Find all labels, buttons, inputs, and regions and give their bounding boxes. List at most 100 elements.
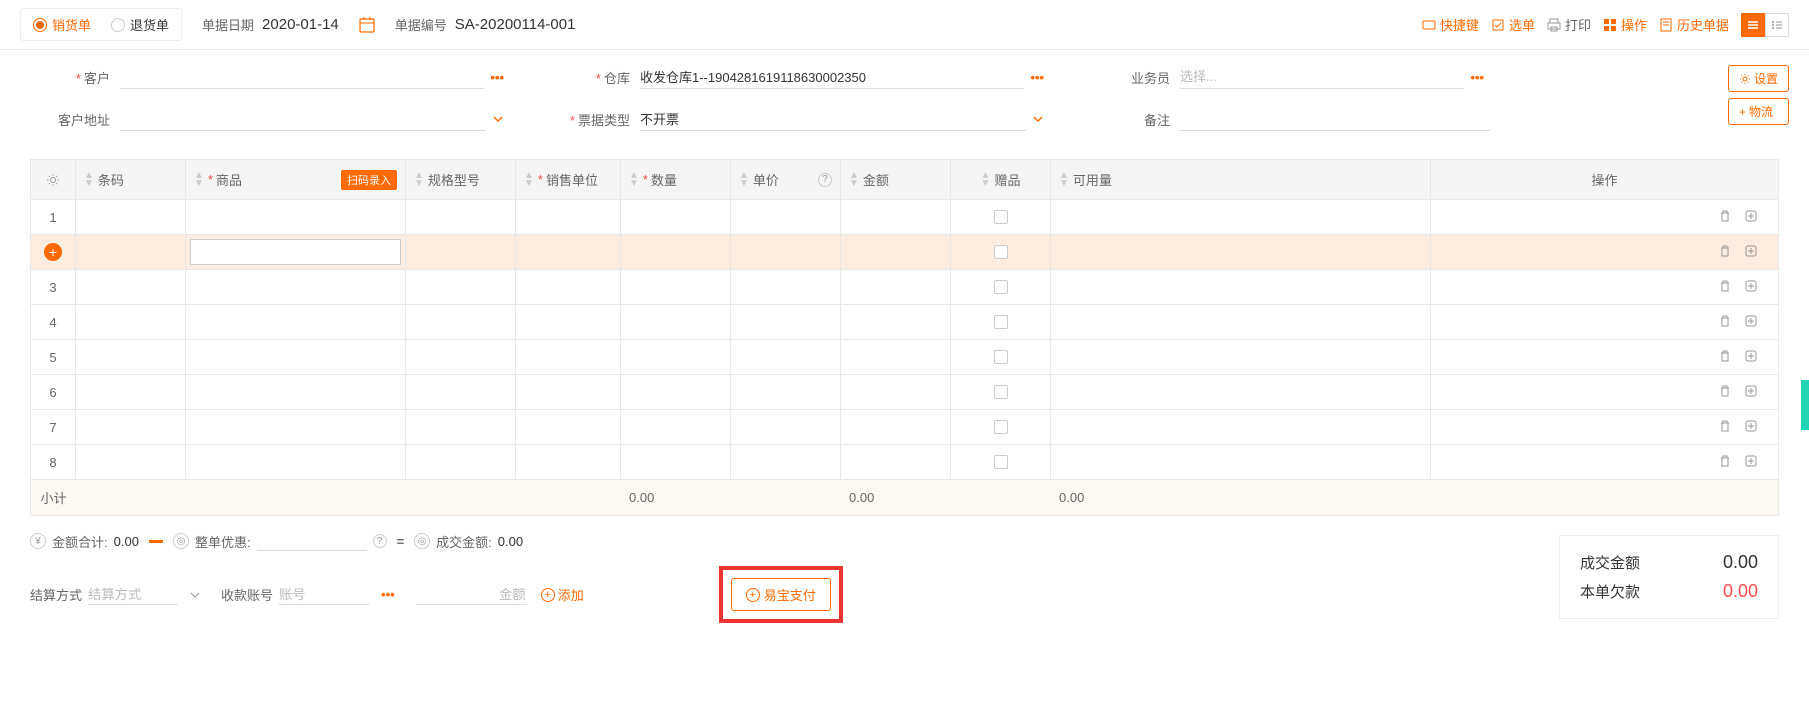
copy-row-icon[interactable] [1744, 244, 1760, 260]
help-icon[interactable]: ? [373, 534, 387, 548]
price-cell[interactable] [731, 340, 841, 374]
view-compact-button[interactable] [1741, 13, 1765, 37]
copy-row-icon[interactable] [1744, 349, 1760, 365]
amount-header[interactable]: ▲▼金额 [841, 160, 951, 199]
calendar-icon[interactable] [359, 17, 375, 33]
amount-cell[interactable] [841, 235, 951, 269]
unit-cell[interactable] [516, 305, 621, 339]
delete-row-icon[interactable] [1718, 349, 1734, 365]
qty-cell[interactable] [621, 235, 731, 269]
spec-cell[interactable] [406, 410, 516, 444]
product-cell-input[interactable] [190, 239, 401, 265]
account-more-icon[interactable]: ••• [375, 587, 401, 602]
spec-cell[interactable] [406, 270, 516, 304]
amount-cell[interactable] [841, 340, 951, 374]
sales-order-radio[interactable]: 销货单 [23, 11, 101, 38]
invoice-dropdown-icon[interactable] [1026, 113, 1050, 125]
gift-checkbox[interactable] [994, 420, 1008, 434]
barcode-cell[interactable] [76, 235, 186, 269]
barcode-cell[interactable] [76, 410, 186, 444]
barcode-header[interactable]: ▲▼条码 [76, 160, 186, 199]
qty-cell[interactable] [621, 270, 731, 304]
whole-discount-input[interactable] [257, 531, 367, 551]
copy-row-icon[interactable] [1744, 419, 1760, 435]
delete-row-icon[interactable] [1718, 244, 1734, 260]
delete-row-icon[interactable] [1718, 384, 1734, 400]
barcode-cell[interactable] [76, 200, 186, 234]
warehouse-more-icon[interactable]: ••• [1024, 70, 1050, 85]
gift-checkbox[interactable] [994, 280, 1008, 294]
product-cell[interactable] [186, 340, 406, 374]
product-cell[interactable] [186, 305, 406, 339]
unit-cell[interactable] [516, 340, 621, 374]
gift-checkbox[interactable] [994, 385, 1008, 399]
spec-cell[interactable] [406, 340, 516, 374]
product-cell[interactable] [186, 375, 406, 409]
gift-checkbox[interactable] [994, 245, 1008, 259]
amount-cell[interactable] [841, 270, 951, 304]
copy-row-icon[interactable] [1744, 209, 1760, 225]
gift-checkbox[interactable] [994, 350, 1008, 364]
customer-input[interactable] [120, 65, 484, 89]
qty-cell[interactable] [621, 410, 731, 444]
side-handle[interactable] [1801, 380, 1809, 430]
warehouse-input[interactable] [640, 65, 1024, 89]
amount-cell[interactable] [841, 375, 951, 409]
delete-row-icon[interactable] [1718, 279, 1734, 295]
price-cell[interactable] [731, 410, 841, 444]
add-button[interactable]: + 添加 [541, 585, 584, 604]
barcode-cell[interactable] [76, 270, 186, 304]
product-cell[interactable] [186, 270, 406, 304]
amount-cell[interactable] [841, 410, 951, 444]
customer-more-icon[interactable]: ••• [484, 70, 510, 85]
price-cell[interactable] [731, 200, 841, 234]
spec-cell[interactable] [406, 305, 516, 339]
return-order-radio[interactable]: 退货单 [101, 11, 179, 38]
settings-button[interactable]: 设置 [1728, 65, 1789, 92]
spec-cell[interactable] [406, 235, 516, 269]
product-cell[interactable] [186, 200, 406, 234]
select-order-button[interactable]: 选单 [1491, 15, 1535, 34]
barcode-cell[interactable] [76, 375, 186, 409]
salesperson-more-icon[interactable]: ••• [1464, 70, 1490, 85]
unit-cell[interactable] [516, 375, 621, 409]
copy-row-icon[interactable] [1744, 314, 1760, 330]
address-dropdown-icon[interactable] [486, 113, 510, 125]
product-cell[interactable] [186, 445, 406, 479]
price-cell[interactable] [731, 270, 841, 304]
unit-cell[interactable] [516, 200, 621, 234]
gear-column[interactable] [31, 160, 76, 199]
amount-input[interactable] [416, 585, 526, 605]
qty-cell[interactable] [621, 200, 731, 234]
barcode-cell[interactable] [76, 305, 186, 339]
price-cell[interactable] [731, 445, 841, 479]
qty-header[interactable]: ▲▼*数量 [621, 160, 731, 199]
operate-button[interactable]: 操作 [1603, 15, 1647, 34]
qty-cell[interactable] [621, 340, 731, 374]
unit-cell[interactable] [516, 235, 621, 269]
add-row-icon[interactable]: + [44, 243, 62, 261]
amount-cell[interactable] [841, 305, 951, 339]
settlement-input[interactable] [88, 585, 178, 605]
scan-badge[interactable]: 扫码录入 [341, 170, 397, 190]
unit-cell[interactable] [516, 270, 621, 304]
gift-header[interactable]: ▲▼赠品 [951, 160, 1051, 199]
price-cell[interactable] [731, 375, 841, 409]
copy-row-icon[interactable] [1744, 454, 1760, 470]
gift-checkbox[interactable] [994, 210, 1008, 224]
barcode-cell[interactable] [76, 445, 186, 479]
price-cell[interactable] [731, 305, 841, 339]
print-button[interactable]: 打印 [1547, 15, 1591, 34]
spec-header[interactable]: ▲▼规格型号 [406, 160, 516, 199]
price-header[interactable]: ▲▼单价? [731, 160, 841, 199]
spec-cell[interactable] [406, 200, 516, 234]
available-header[interactable]: ▲▼可用量 [1051, 160, 1431, 199]
barcode-cell[interactable] [76, 340, 186, 374]
account-input[interactable] [279, 585, 369, 605]
price-cell[interactable] [731, 235, 841, 269]
copy-row-icon[interactable] [1744, 279, 1760, 295]
qty-cell[interactable] [621, 375, 731, 409]
shortcut-button[interactable]: 快捷键 [1422, 15, 1479, 34]
product-cell[interactable] [186, 410, 406, 444]
history-button[interactable]: 历史单据 [1659, 15, 1729, 34]
